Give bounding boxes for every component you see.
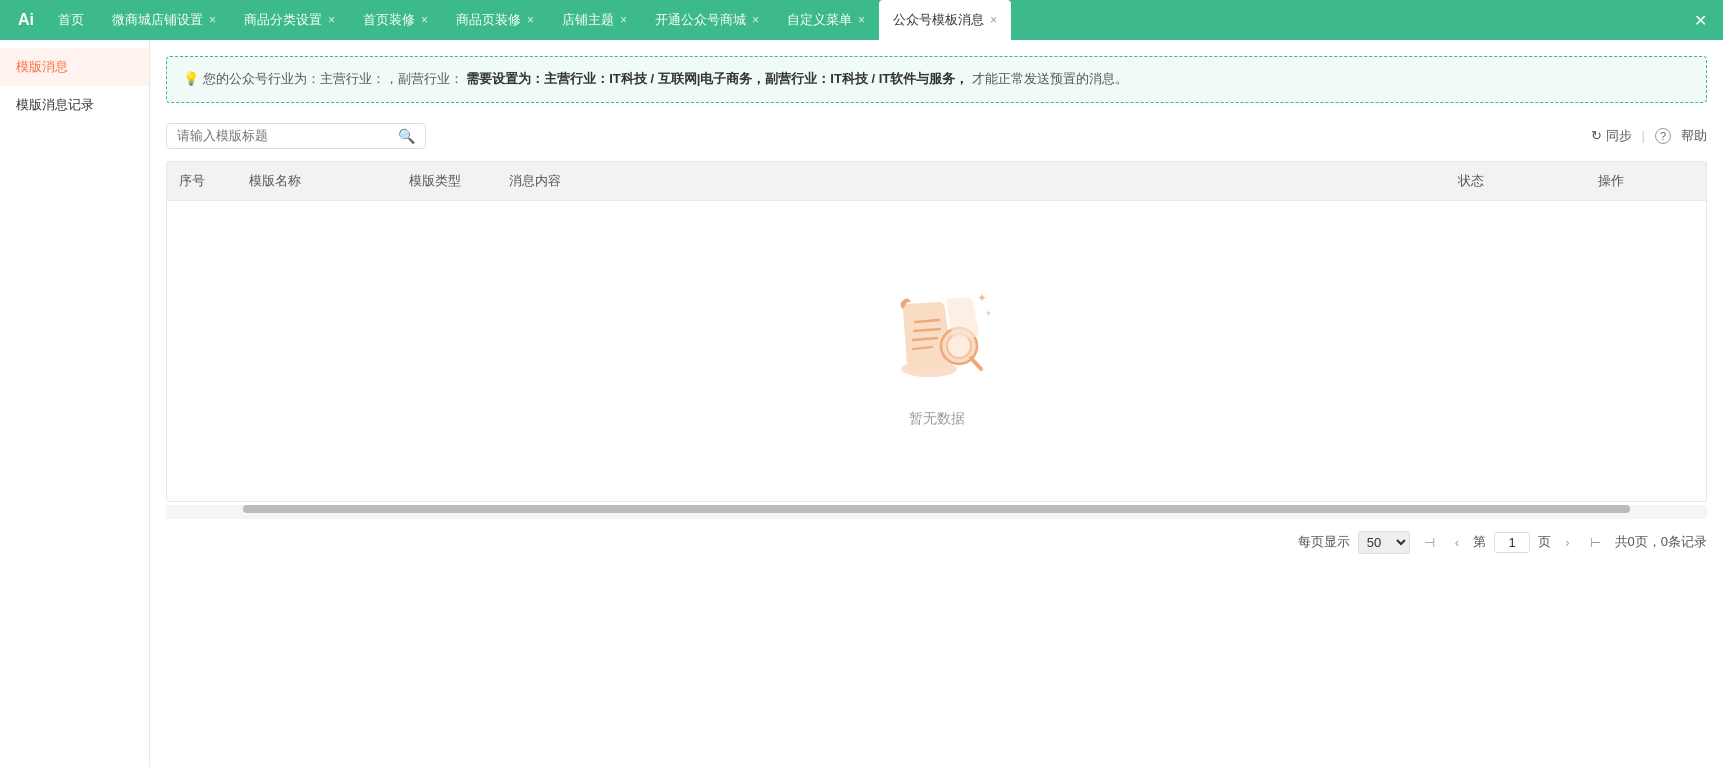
page-prev-button[interactable]: ‹ (1449, 533, 1465, 552)
tab-store-settings[interactable]: 微商城店铺设置 × (98, 0, 230, 40)
sidebar-item-template-msg[interactable]: 模版消息 (0, 48, 149, 86)
tab-close-home-decor[interactable]: × (421, 13, 428, 27)
scrollbar-thumb[interactable] (243, 505, 1630, 513)
tab-template-msg[interactable]: 公众号模板消息 × (879, 0, 1011, 40)
page-next-button[interactable]: › (1559, 533, 1575, 552)
notice-highlight-text: 需要设置为：主营行业：IT科技 / 互联网|电子商务，副营行业：IT科技 / I… (466, 71, 968, 86)
search-button[interactable]: 🔍 (398, 128, 415, 144)
tab-close-store-theme[interactable]: × (620, 13, 627, 27)
empty-text: 暂无数据 (909, 410, 965, 428)
sync-button[interactable]: ↻ 同步 (1591, 127, 1632, 145)
tab-category-settings[interactable]: 商品分类设置 × (230, 0, 349, 40)
notice-box: 💡 您的公众号行业为：主营行业：，副营行业： 需要设置为：主营行业：IT科技 /… (166, 56, 1707, 103)
page-number-input[interactable] (1494, 532, 1530, 553)
tab-close-category-settings[interactable]: × (328, 13, 335, 27)
svg-text:✦: ✦ (977, 291, 987, 305)
tab-store-theme[interactable]: 店铺主题 × (548, 0, 641, 40)
table-header: 序号 模版名称 模版类型 消息内容 状态 操作 (167, 162, 1706, 201)
pagination: 每页显示 50 20 100 ⊣ ‹ 第 页 › ⊢ 共0页，0条记录 (166, 531, 1707, 554)
tab-close-template-msg[interactable]: × (990, 13, 997, 27)
svg-text:✦: ✦ (985, 309, 992, 318)
page-last-button[interactable]: ⊢ (1584, 533, 1607, 552)
tab-home-decor[interactable]: 首页装修 × (349, 0, 442, 40)
col-name: 模版名称 (237, 162, 397, 200)
total-info: 共0页，0条记录 (1615, 533, 1707, 551)
page-label-suf: 页 (1538, 533, 1551, 551)
empty-illustration: ✦ ✦ (877, 274, 997, 394)
per-page-label: 每页显示 (1298, 533, 1350, 551)
help-icon: ? (1655, 128, 1671, 144)
col-index: 序号 (167, 162, 237, 200)
tab-close-custom-menu[interactable]: × (858, 13, 865, 27)
col-status: 状态 (1446, 162, 1586, 200)
search-input[interactable] (177, 128, 398, 143)
tab-custom-menu[interactable]: 自定义菜单 × (773, 0, 879, 40)
window-close-button[interactable]: ✕ (1686, 11, 1715, 30)
page-first-button[interactable]: ⊣ (1418, 533, 1441, 552)
search-input-wrap: 🔍 (166, 123, 426, 149)
page-label-pre: 第 (1473, 533, 1486, 551)
col-actions: 操作 (1586, 162, 1706, 200)
sidebar: 模版消息 模版消息记录 (0, 40, 150, 767)
app-logo: Ai (8, 0, 44, 40)
empty-state: ✦ ✦ 暂无数据 (877, 234, 997, 468)
sidebar-item-template-record[interactable]: 模版消息记录 (0, 86, 149, 124)
toolbar-divider: | (1642, 128, 1645, 143)
svg-line-7 (971, 358, 981, 369)
notice-icon: 💡 (183, 71, 199, 86)
per-page-select[interactable]: 50 20 100 (1358, 531, 1410, 554)
tab-close-store-settings[interactable]: × (209, 13, 216, 27)
tab-bar: Ai 首页 微商城店铺设置 × 商品分类设置 × 首页装修 × 商品页装修 × … (0, 0, 1723, 40)
help-button[interactable]: 帮助 (1681, 127, 1707, 145)
tab-close-open-mall[interactable]: × (752, 13, 759, 27)
main-layout: 模版消息 模版消息记录 💡 您的公众号行业为：主营行业：，副营行业： 需要设置为… (0, 40, 1723, 767)
tab-home[interactable]: 首页 (44, 0, 98, 40)
table-body: ✦ ✦ 暂无数据 (167, 201, 1706, 501)
content-area: 💡 您的公众号行业为：主营行业：，副营行业： 需要设置为：主营行业：IT科技 /… (150, 40, 1723, 767)
horizontal-scrollbar[interactable] (166, 505, 1707, 519)
tab-open-mall[interactable]: 开通公众号商城 × (641, 0, 773, 40)
toolbar-right: ↻ 同步 | ? 帮助 (1591, 127, 1707, 145)
tab-close-product-decor[interactable]: × (527, 13, 534, 27)
col-type: 模版类型 (397, 162, 497, 200)
col-content: 消息内容 (497, 162, 1446, 200)
search-bar: 🔍 ↻ 同步 | ? 帮助 (166, 123, 1707, 149)
tab-product-decor[interactable]: 商品页装修 × (442, 0, 548, 40)
data-table: 序号 模版名称 模版类型 消息内容 状态 操作 (166, 161, 1707, 502)
